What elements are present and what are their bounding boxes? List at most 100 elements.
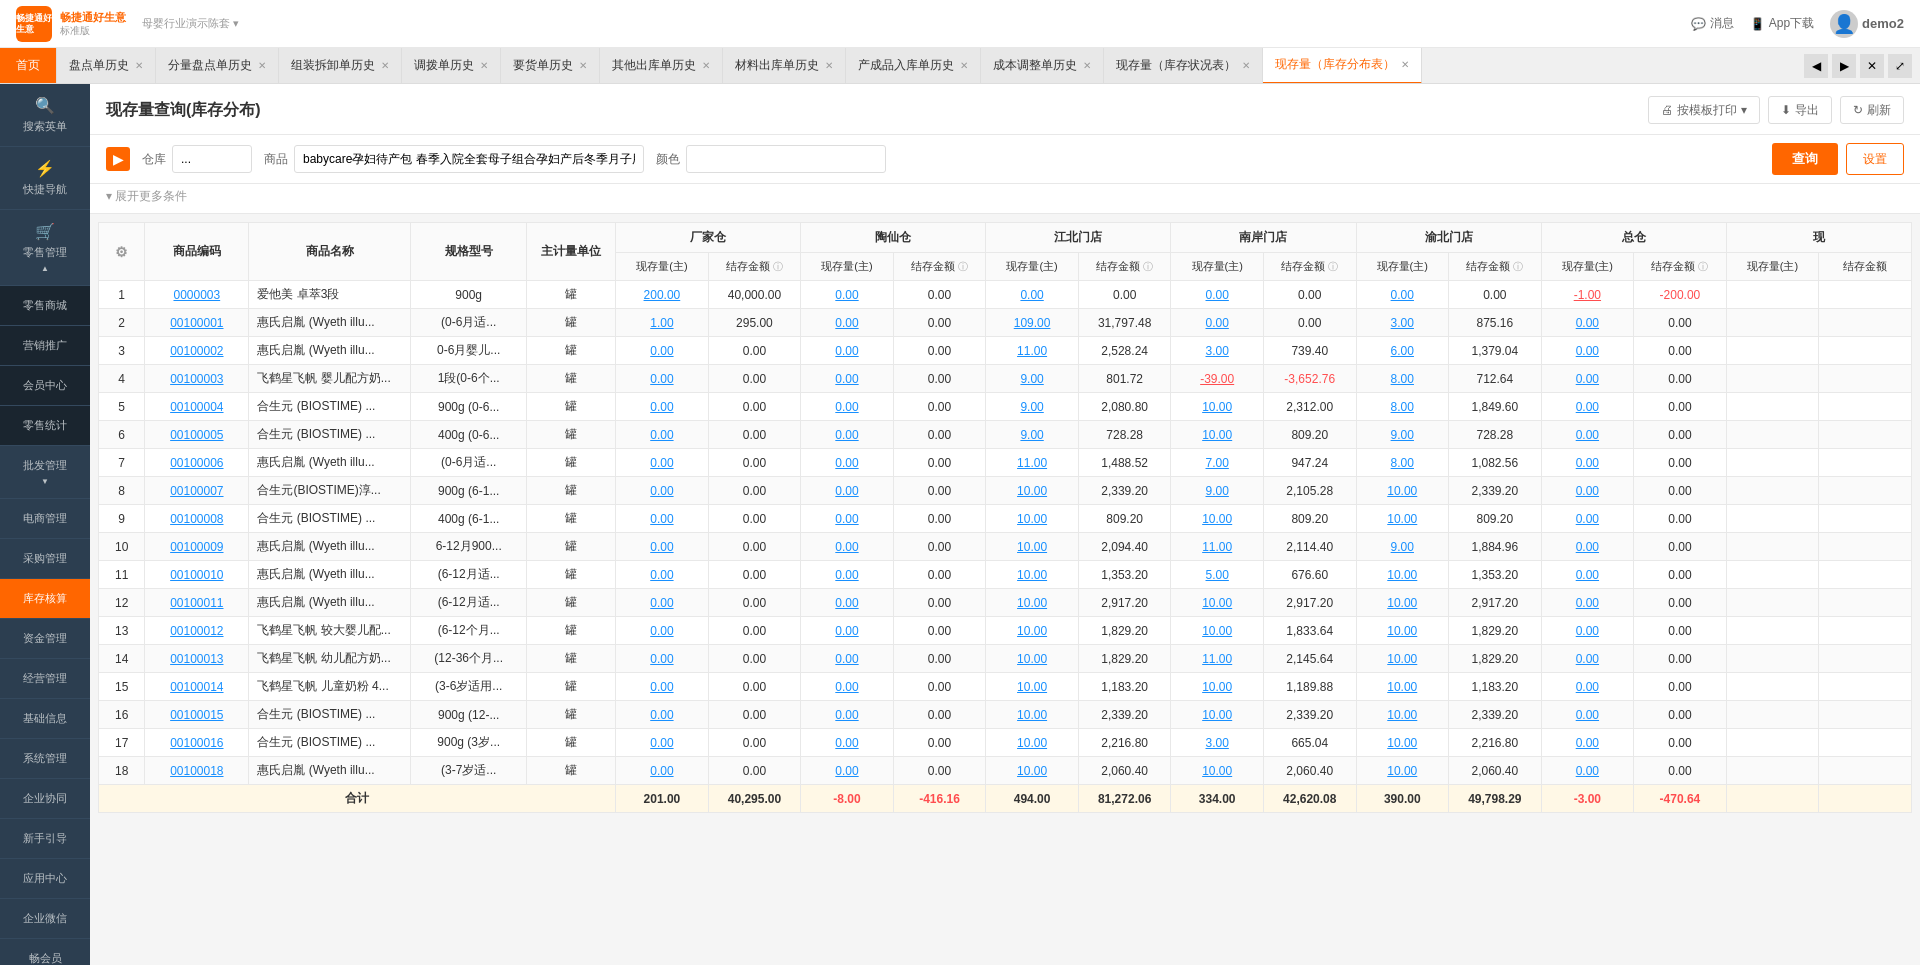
cell-yb-qty[interactable]: 10.00: [1356, 589, 1449, 617]
cell-na-qty[interactable]: 11.00: [1171, 645, 1264, 673]
cell-tot-qty[interactable]: 0.00: [1541, 617, 1634, 645]
tab-requisition[interactable]: 要货单历史 ✕: [501, 48, 600, 84]
sidebar-item-basic[interactable]: 基础信息: [0, 699, 90, 739]
cell-jb-qty[interactable]: 10.00: [986, 645, 1079, 673]
cell-tot-qty[interactable]: 0.00: [1541, 757, 1634, 785]
cell-jb-qty[interactable]: 10.00: [986, 533, 1079, 561]
cell-tot-qty[interactable]: 0.00: [1541, 393, 1634, 421]
cell-yb-qty[interactable]: 10.00: [1356, 505, 1449, 533]
cell-code[interactable]: 00100015: [145, 701, 249, 729]
cell-s-qty[interactable]: 0.00: [801, 673, 894, 701]
refresh-btn[interactable]: ↻ 刷新: [1840, 96, 1904, 124]
cell-fac-qty[interactable]: 200.00: [616, 281, 709, 309]
sidebar-item-search[interactable]: 🔍 搜索英单: [0, 84, 90, 147]
cell-s-qty[interactable]: 0.00: [801, 505, 894, 533]
cell-jb-qty[interactable]: 10.00: [986, 673, 1079, 701]
cell-code[interactable]: 00100008: [145, 505, 249, 533]
sidebar-item-quick-nav[interactable]: ⚡ 快捷导航: [0, 147, 90, 210]
sidebar-item-marketing[interactable]: 营销推广: [0, 326, 90, 366]
cell-s-qty[interactable]: 0.00: [801, 645, 894, 673]
cell-code[interactable]: 00100018: [145, 757, 249, 785]
tab-close-inventory-detail[interactable]: ✕: [135, 60, 143, 71]
cell-tot-qty[interactable]: 0.00: [1541, 309, 1634, 337]
tab-cost-adjust[interactable]: 成本调整单历史 ✕: [981, 48, 1104, 84]
cell-jb-qty[interactable]: 10.00: [986, 617, 1079, 645]
cell-s-qty[interactable]: 0.00: [801, 309, 894, 337]
cell-jb-qty[interactable]: 10.00: [986, 561, 1079, 589]
cell-tot-qty[interactable]: 0.00: [1541, 533, 1634, 561]
tab-scroll-right[interactable]: ▶: [1832, 54, 1856, 78]
cell-na-qty[interactable]: 3.00: [1171, 729, 1264, 757]
cell-yb-qty[interactable]: 8.00: [1356, 365, 1449, 393]
sidebar-item-member2[interactable]: 畅会员: [0, 939, 90, 965]
cell-yb-qty[interactable]: 10.00: [1356, 645, 1449, 673]
sidebar-item-retail-shop[interactable]: 零售商城: [0, 286, 90, 326]
tab-transfer[interactable]: 调拨单历史 ✕: [402, 48, 501, 84]
cell-jb-qty[interactable]: 10.00: [986, 589, 1079, 617]
tab-split-inventory[interactable]: 分量盘点单历史 ✕: [156, 48, 279, 84]
cell-na-qty[interactable]: 10.00: [1171, 757, 1264, 785]
goods-input[interactable]: [294, 145, 644, 173]
cell-code[interactable]: 00100001: [145, 309, 249, 337]
cell-na-qty[interactable]: 0.00: [1171, 281, 1264, 309]
tab-material-out[interactable]: 材料出库单历史 ✕: [723, 48, 846, 84]
cell-s-qty[interactable]: 0.00: [801, 589, 894, 617]
sidebar-item-retail[interactable]: 🛒 零售管理 ▲: [0, 210, 90, 286]
table-container[interactable]: ⚙ 商品编码 商品名称 规格型号 主计量单位 厂家仓 陶仙仓 江北门店 南岸门店…: [90, 214, 1920, 965]
cell-jb-qty[interactable]: 0.00: [986, 281, 1079, 309]
cell-s-qty[interactable]: 0.00: [801, 393, 894, 421]
cell-jb-qty[interactable]: 10.00: [986, 701, 1079, 729]
tab-other-out[interactable]: 其他出库单历史 ✕: [600, 48, 723, 84]
th-settings[interactable]: ⚙: [99, 223, 145, 281]
cell-s-qty[interactable]: 0.00: [801, 701, 894, 729]
cell-code[interactable]: 00100014: [145, 673, 249, 701]
sidebar-item-purchase[interactable]: 采购管理: [0, 539, 90, 579]
cell-tot-qty[interactable]: 0.00: [1541, 561, 1634, 589]
tab-close-all[interactable]: ✕: [1860, 54, 1884, 78]
cell-yb-qty[interactable]: 10.00: [1356, 617, 1449, 645]
cell-code[interactable]: 00100009: [145, 533, 249, 561]
cell-yb-qty[interactable]: 8.00: [1356, 449, 1449, 477]
cell-tot-qty[interactable]: 0.00: [1541, 645, 1634, 673]
tab-product-in[interactable]: 产成品入库单历史 ✕: [846, 48, 981, 84]
sidebar-item-inventory[interactable]: 库存核算: [0, 579, 90, 619]
cell-s-qty[interactable]: 0.00: [801, 449, 894, 477]
cell-tot-qty[interactable]: 0.00: [1541, 337, 1634, 365]
cell-yb-qty[interactable]: 0.00: [1356, 281, 1449, 309]
yb-amt-info-icon[interactable]: ⓘ: [1513, 261, 1523, 272]
warehouse-input[interactable]: [172, 145, 252, 173]
tab-close-inventory-dist[interactable]: ✕: [1401, 59, 1409, 70]
tab-close-transfer[interactable]: ✕: [480, 60, 488, 71]
cell-fac-qty[interactable]: 0.00: [616, 757, 709, 785]
tot-amt-info-icon[interactable]: ⓘ: [1698, 261, 1708, 272]
cell-na-qty[interactable]: 10.00: [1171, 505, 1264, 533]
cell-tot-qty[interactable]: 0.00: [1541, 701, 1634, 729]
sidebar-item-wholesale[interactable]: 批发管理 ▼: [0, 446, 90, 499]
system-selector[interactable]: 母婴行业演示陈套 ▾: [142, 16, 239, 31]
cell-fac-qty[interactable]: 0.00: [616, 337, 709, 365]
cell-fac-qty[interactable]: 0.00: [616, 365, 709, 393]
tab-inventory-detail[interactable]: 盘点单历史 ✕: [57, 48, 156, 84]
cell-code[interactable]: 00100013: [145, 645, 249, 673]
expand-more-btn[interactable]: ▾ 展开更多条件: [106, 188, 187, 205]
cell-fac-qty[interactable]: 0.00: [616, 533, 709, 561]
color-input[interactable]: [686, 145, 886, 173]
tab-close-split-inventory[interactable]: ✕: [258, 60, 266, 71]
tab-home[interactable]: 首页: [0, 48, 57, 84]
cell-na-qty[interactable]: 3.00: [1171, 337, 1264, 365]
cell-yb-qty[interactable]: 3.00: [1356, 309, 1449, 337]
cell-jb-qty[interactable]: 11.00: [986, 449, 1079, 477]
jb-amt-info-icon[interactable]: ⓘ: [1143, 261, 1153, 272]
cell-code[interactable]: 00100010: [145, 561, 249, 589]
s-amt-info-icon[interactable]: ⓘ: [958, 261, 968, 272]
tab-close-cost-adjust[interactable]: ✕: [1083, 60, 1091, 71]
gear-icon[interactable]: ⚙: [115, 244, 128, 260]
messages-btn[interactable]: 💬 消息: [1691, 15, 1734, 32]
cell-jb-qty[interactable]: 10.00: [986, 505, 1079, 533]
cell-jb-qty[interactable]: 11.00: [986, 337, 1079, 365]
cell-code[interactable]: 00100016: [145, 729, 249, 757]
cell-fac-qty[interactable]: 0.00: [616, 421, 709, 449]
cell-tot-qty[interactable]: 0.00: [1541, 673, 1634, 701]
cell-tot-qty[interactable]: -1.00: [1541, 281, 1634, 309]
cell-na-qty[interactable]: 10.00: [1171, 617, 1264, 645]
